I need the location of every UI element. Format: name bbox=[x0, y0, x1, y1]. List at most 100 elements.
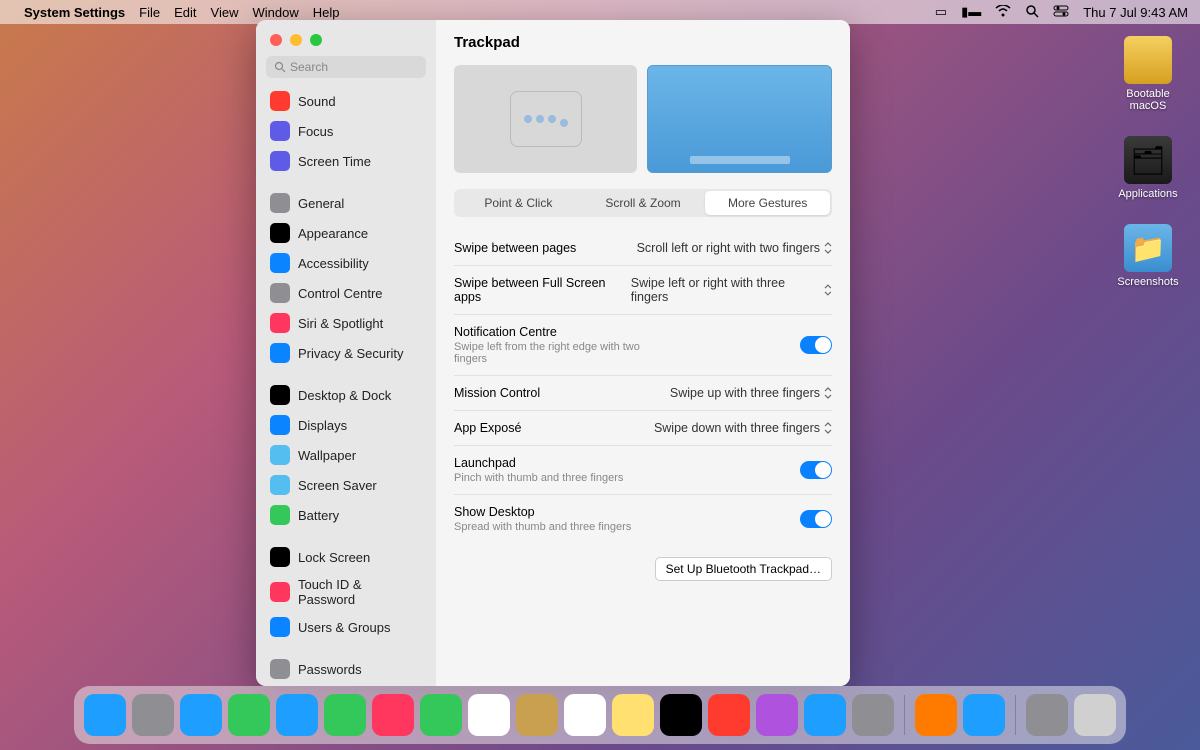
setting-title: Mission Control bbox=[454, 386, 540, 400]
tab-scroll-zoom[interactable]: Scroll & Zoom bbox=[581, 191, 706, 215]
sidebar-item-screen-time[interactable]: Screen Time bbox=[262, 146, 430, 176]
setting-switch[interactable] bbox=[800, 461, 832, 479]
dock-app-facetime[interactable] bbox=[420, 694, 462, 736]
dock-app-preview[interactable] bbox=[963, 694, 1005, 736]
spotlight-icon[interactable] bbox=[1025, 4, 1039, 21]
desktop-icon-bootable-macos[interactable]: Bootable macOS bbox=[1108, 36, 1188, 112]
sidebar-item-label: Screen Saver bbox=[298, 478, 377, 493]
sidebar-item-passwords[interactable]: Passwords bbox=[262, 654, 430, 684]
sidebar-item-sound[interactable]: Sound bbox=[262, 86, 430, 116]
sidebar-item-general[interactable]: General bbox=[262, 188, 430, 218]
sidebar-item-icon bbox=[270, 253, 290, 273]
search-input[interactable]: Search bbox=[266, 56, 426, 78]
setting-title: Swipe between Full Screen apps bbox=[454, 276, 631, 304]
sidebar-item-icon bbox=[270, 385, 290, 405]
sidebar-item-label: Control Centre bbox=[298, 286, 383, 301]
sidebar-item-control-centre[interactable]: Control Centre bbox=[262, 278, 430, 308]
sidebar-item-icon bbox=[270, 475, 290, 495]
setting-select[interactable]: Scroll left or right with two fingers bbox=[637, 241, 832, 255]
sidebar-list[interactable]: SoundFocus Screen Time General Appearance Ac… bbox=[256, 86, 436, 686]
tab-bar: Point & ClickScroll & ZoomMore Gestures bbox=[454, 189, 832, 217]
setting-select[interactable]: Swipe up with three fingers bbox=[670, 386, 832, 400]
setting-switch[interactable] bbox=[800, 336, 832, 354]
tab-point-click[interactable]: Point & Click bbox=[456, 191, 581, 215]
sidebar-item-label: Users & Groups bbox=[298, 620, 390, 635]
sidebar-item-icon bbox=[270, 505, 290, 525]
sidebar-item-lock-screen[interactable]: Lock Screen bbox=[262, 542, 430, 572]
sidebar-item-siri-spotlight[interactable]: Siri & Spotlight bbox=[262, 308, 430, 338]
dock-app-appstore[interactable] bbox=[804, 694, 846, 736]
desktop-icon-label: Screenshots bbox=[1117, 276, 1178, 288]
close-button[interactable] bbox=[270, 34, 282, 46]
dock-app-settings[interactable] bbox=[852, 694, 894, 736]
setting-switch[interactable] bbox=[800, 510, 832, 528]
menu-view[interactable]: View bbox=[211, 5, 239, 20]
dock-app-launchpad[interactable] bbox=[132, 694, 174, 736]
sidebar-item-privacy-security[interactable]: Privacy & Security bbox=[262, 338, 430, 368]
stepper-icon bbox=[824, 242, 832, 254]
sidebar-item-icon bbox=[270, 283, 290, 303]
dock-app-messages[interactable] bbox=[228, 694, 270, 736]
desktop-icon-screenshots[interactable]: 📁Screenshots bbox=[1108, 224, 1188, 288]
setting-select[interactable]: Swipe down with three fingers bbox=[654, 421, 832, 435]
sidebar-item-users-groups[interactable]: Users & Groups bbox=[262, 612, 430, 642]
dock-app-reminders[interactable] bbox=[564, 694, 606, 736]
sidebar-item-focus[interactable]: Focus bbox=[262, 116, 430, 146]
app-name[interactable]: System Settings bbox=[24, 5, 125, 20]
battery-icon[interactable]: ▮▬ bbox=[961, 4, 981, 20]
app-icon: 🗂 bbox=[1124, 136, 1172, 184]
bluetooth-trackpad-button[interactable]: Set Up Bluetooth Trackpad… bbox=[655, 557, 832, 581]
setting-swipe-between-pages: Swipe between pagesScroll left or right … bbox=[454, 231, 832, 266]
stepper-icon bbox=[824, 387, 832, 399]
sidebar-item-label: Screen Time bbox=[298, 154, 371, 169]
dock-app-firefox[interactable] bbox=[915, 694, 957, 736]
dock-app-finder[interactable] bbox=[84, 694, 126, 736]
traffic-lights bbox=[256, 20, 436, 56]
menu-help[interactable]: Help bbox=[313, 5, 340, 20]
dock-app-calendar[interactable] bbox=[468, 694, 510, 736]
dock-app-notes[interactable] bbox=[612, 694, 654, 736]
dock-app-contacts[interactable] bbox=[516, 694, 558, 736]
setting-subtitle: Spread with thumb and three fingers bbox=[454, 521, 631, 533]
screen-mirroring-icon[interactable]: ▭ bbox=[935, 4, 947, 20]
menu-file[interactable]: File bbox=[139, 5, 160, 20]
dock-app-downloads[interactable] bbox=[1026, 694, 1068, 736]
dock bbox=[74, 686, 1126, 744]
desktop-icon-applications[interactable]: 🗂Applications bbox=[1108, 136, 1188, 200]
dock-app-tv[interactable] bbox=[660, 694, 702, 736]
minimize-button[interactable] bbox=[290, 34, 302, 46]
dock-app-mail[interactable] bbox=[276, 694, 318, 736]
setting-select[interactable]: Swipe left or right with three fingers bbox=[631, 276, 832, 304]
sidebar-item-wallpaper[interactable]: Wallpaper bbox=[262, 440, 430, 470]
sidebar-item-desktop-dock[interactable]: Desktop & Dock bbox=[262, 380, 430, 410]
settings-list: Swipe between pagesScroll left or right … bbox=[454, 231, 832, 543]
page-title: Trackpad bbox=[436, 20, 850, 65]
sidebar-item-battery[interactable]: Battery bbox=[262, 500, 430, 530]
dock-app-photos[interactable] bbox=[372, 694, 414, 736]
zoom-button[interactable] bbox=[310, 34, 322, 46]
dock-app-safari[interactable] bbox=[180, 694, 222, 736]
sidebar-item-label: Passwords bbox=[298, 662, 362, 677]
sidebar-item-label: Accessibility bbox=[298, 256, 369, 271]
sidebar-item-screen-saver[interactable]: Screen Saver bbox=[262, 470, 430, 500]
sidebar-item-label: Wallpaper bbox=[298, 448, 356, 463]
sidebar-item-accessibility[interactable]: Accessibility bbox=[262, 248, 430, 278]
dock-separator bbox=[904, 695, 905, 735]
control-centre-icon[interactable] bbox=[1053, 5, 1069, 20]
wifi-icon[interactable] bbox=[995, 5, 1011, 20]
dock-app-podcasts[interactable] bbox=[756, 694, 798, 736]
sidebar-item-icon bbox=[270, 582, 290, 602]
sidebar-item-appearance[interactable]: Appearance bbox=[262, 218, 430, 248]
tab-more-gestures[interactable]: More Gestures bbox=[705, 191, 830, 215]
dock-app-maps[interactable] bbox=[324, 694, 366, 736]
sidebar-item-displays[interactable]: Displays bbox=[262, 410, 430, 440]
sidebar-item-label: Appearance bbox=[298, 226, 368, 241]
desktop-icon-label: Bootable macOS bbox=[1108, 88, 1188, 112]
menu-edit[interactable]: Edit bbox=[174, 5, 196, 20]
dock-app-trash[interactable] bbox=[1074, 694, 1116, 736]
menu-window[interactable]: Window bbox=[252, 5, 298, 20]
clock[interactable]: Thu 7 Jul 9:43 AM bbox=[1083, 5, 1188, 20]
dock-app-music[interactable] bbox=[708, 694, 750, 736]
sidebar-item-icon bbox=[270, 121, 290, 141]
sidebar-item-touch-id-password[interactable]: Touch ID & Password bbox=[262, 572, 430, 612]
